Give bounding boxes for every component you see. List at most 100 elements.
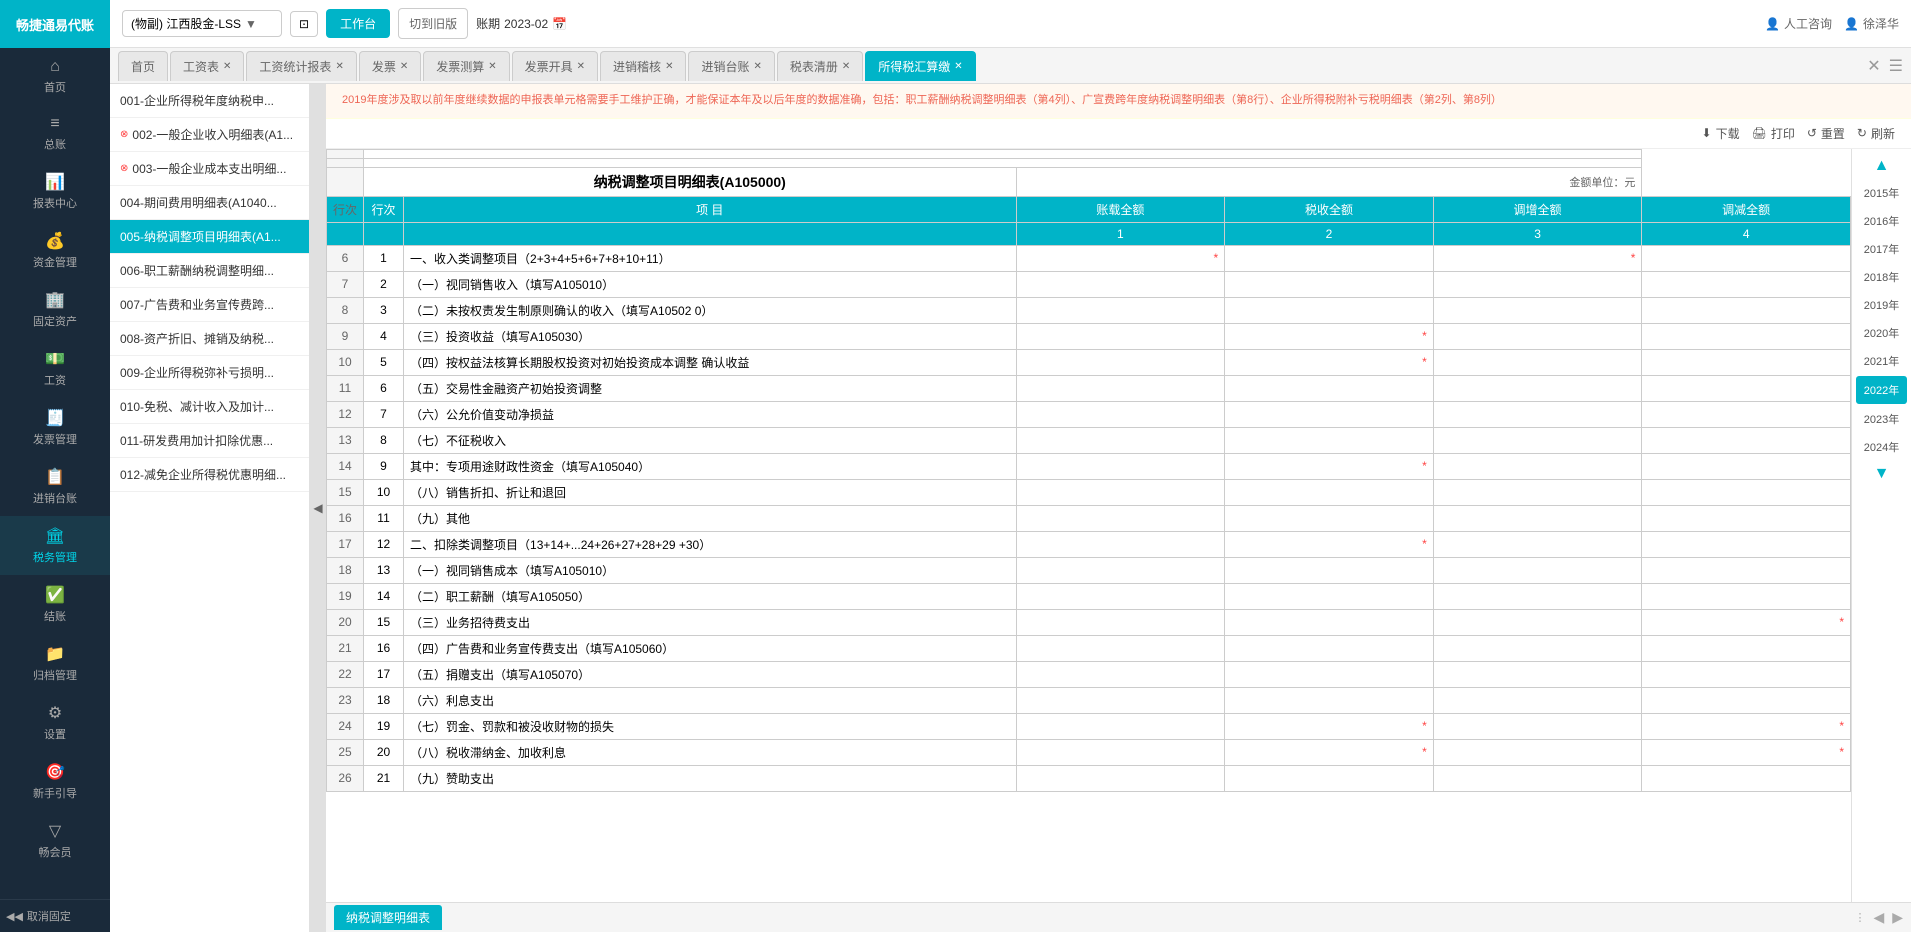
data-cell-c4[interactable] xyxy=(1642,375,1851,401)
tab-close-icon[interactable]: ✕ xyxy=(665,61,673,72)
table-row[interactable]: 15 10 （八）销售折扣、折让和退回 xyxy=(327,479,1851,505)
year-item-2016[interactable]: 2016年 xyxy=(1852,207,1911,235)
data-cell-c2[interactable] xyxy=(1225,583,1434,609)
sidebar-item-asset[interactable]: 🏢 固定资产 xyxy=(0,280,110,339)
table-row[interactable]: 8 3 （二）未按权责发生制原则确认的收入（填写A10502 0） xyxy=(327,297,1851,323)
data-cell-c1[interactable] xyxy=(1016,505,1225,531)
sidebar-item-fund[interactable]: 💰 资金管理 xyxy=(0,221,110,280)
data-cell-c2[interactable]: * xyxy=(1225,713,1434,739)
data-cell-c1[interactable] xyxy=(1016,479,1225,505)
data-cell-c2[interactable]: * xyxy=(1225,453,1434,479)
sidebar-item-close[interactable]: ✅ 结账 xyxy=(0,575,110,634)
data-cell-c3[interactable] xyxy=(1433,531,1642,557)
left-item-007[interactable]: 007-广告费和业务宣传费跨... xyxy=(110,288,309,322)
data-cell-c2[interactable] xyxy=(1225,375,1434,401)
tab-close-icon[interactable]: ✕ xyxy=(753,61,761,72)
data-cell-c4[interactable] xyxy=(1642,557,1851,583)
year-item-2020[interactable]: 2020年 xyxy=(1852,319,1911,347)
data-cell-c1[interactable] xyxy=(1016,609,1225,635)
data-cell-c3[interactable] xyxy=(1433,271,1642,297)
table-row[interactable]: 25 20 （八）税收滞纳金、加收利息 * * xyxy=(327,739,1851,765)
data-cell-c4[interactable] xyxy=(1642,323,1851,349)
data-cell-c3[interactable] xyxy=(1433,375,1642,401)
table-row[interactable]: 10 5 （四）按权益法核算长期股权投资对初始投资成本调整 确认收益 * xyxy=(327,349,1851,375)
sidebar-item-settings[interactable]: ⚙ 设置 xyxy=(0,693,110,752)
table-row[interactable]: 19 14 （二）职工薪酬（填写A105050） xyxy=(327,583,1851,609)
data-cell-c2[interactable] xyxy=(1225,245,1434,271)
data-cell-c4[interactable] xyxy=(1642,661,1851,687)
data-cell-c1[interactable] xyxy=(1016,739,1225,765)
data-cell-c2[interactable] xyxy=(1225,557,1434,583)
data-cell-c1[interactable] xyxy=(1016,713,1225,739)
data-cell-c2[interactable] xyxy=(1225,505,1434,531)
data-cell-c2[interactable] xyxy=(1225,687,1434,713)
download-button[interactable]: ⬇ 下载 xyxy=(1702,125,1740,142)
left-item-002[interactable]: ⊗ 002-一般企业收入明细表(A1... xyxy=(110,118,309,152)
table-row[interactable]: 22 17 （五）捐赠支出（填写A105070） xyxy=(327,661,1851,687)
data-cell-c3[interactable] xyxy=(1433,687,1642,713)
data-cell-c4[interactable] xyxy=(1642,427,1851,453)
table-row[interactable]: 24 19 （七）罚金、罚款和被没收财物的损失 * * xyxy=(327,713,1851,739)
data-cell-c2[interactable] xyxy=(1225,401,1434,427)
tab-salary-table[interactable]: 工资表 ✕ xyxy=(170,51,244,81)
data-cell-c3[interactable] xyxy=(1433,427,1642,453)
data-cell-c3[interactable] xyxy=(1433,453,1642,479)
data-cell-c4[interactable] xyxy=(1642,401,1851,427)
tab-salary-report[interactable]: 工资统计报表 ✕ xyxy=(246,51,356,81)
left-item-006[interactable]: 006-职工薪酬纳税调整明细... xyxy=(110,254,309,288)
data-cell-c4[interactable] xyxy=(1642,531,1851,557)
data-cell-c4[interactable] xyxy=(1642,765,1851,791)
data-cell-c3[interactable] xyxy=(1433,505,1642,531)
data-cell-c3[interactable] xyxy=(1433,713,1642,739)
user-service[interactable]: 👤 人工咨询 xyxy=(1765,15,1832,32)
data-cell-c1[interactable] xyxy=(1016,583,1225,609)
data-cell-c1[interactable]: * xyxy=(1016,245,1225,271)
sidebar-item-guide[interactable]: 🎯 新手引导 xyxy=(0,752,110,811)
switch-old-button[interactable]: 切到旧版 xyxy=(398,8,468,39)
sidebar-item-report[interactable]: 📊 报表中心 xyxy=(0,162,110,221)
copy-button[interactable]: ⊡ xyxy=(290,11,318,37)
sidebar-item-ledger[interactable]: ≡ 总账 xyxy=(0,105,110,162)
left-item-012[interactable]: 012-减免企业所得税优惠明细... xyxy=(110,458,309,492)
scroll-right-icon[interactable]: ▶ xyxy=(1892,909,1903,926)
table-row[interactable]: 20 15 （三）业务招待费支出 * xyxy=(327,609,1851,635)
data-cell-c3[interactable] xyxy=(1433,765,1642,791)
table-row[interactable]: 6 1 一、收入类调整项目（2+3+4+5+6+7+8+10+11） * * xyxy=(327,245,1851,271)
sidebar-item-home[interactable]: ⌂ 首页 xyxy=(0,48,110,105)
print-button[interactable]: 🖨 打印 xyxy=(1752,125,1795,142)
data-cell-c1[interactable] xyxy=(1016,557,1225,583)
sidebar-item-purchase-sale[interactable]: 📋 进销台账 xyxy=(0,457,110,516)
year-item-2023[interactable]: 2023年 xyxy=(1852,405,1911,433)
data-cell-c3[interactable] xyxy=(1433,661,1642,687)
table-row[interactable]: 9 4 （三）投资收益（填写A105030） * xyxy=(327,323,1851,349)
left-item-009[interactable]: 009-企业所得税弥补亏损明... xyxy=(110,356,309,390)
data-cell-c1[interactable] xyxy=(1016,531,1225,557)
table-wrapper[interactable]: 纳税调整项目明细表(A105000) 金额单位：元 行次 行次 项 目 账载全额… xyxy=(326,149,1851,902)
data-cell-c4[interactable] xyxy=(1642,687,1851,713)
data-cell-c2[interactable] xyxy=(1225,661,1434,687)
data-cell-c2[interactable] xyxy=(1225,765,1434,791)
table-row[interactable]: 23 18 （六）利息支出 xyxy=(327,687,1851,713)
tab-invoice[interactable]: 发票 ✕ xyxy=(359,51,421,81)
data-cell-c3[interactable] xyxy=(1433,557,1642,583)
tab-purchase-check[interactable]: 进销稽核 ✕ xyxy=(600,51,686,81)
tab-tax-form[interactable]: 税表清册 ✕ xyxy=(777,51,863,81)
table-row[interactable]: 17 12 二、扣除类调整项目（13+14+...24+26+27+28+29 … xyxy=(327,531,1851,557)
year-item-2018[interactable]: 2018年 xyxy=(1852,263,1911,291)
data-cell-c3[interactable] xyxy=(1433,609,1642,635)
data-cell-c4[interactable] xyxy=(1642,479,1851,505)
data-cell-c1[interactable] xyxy=(1016,453,1225,479)
data-cell-c3[interactable]: * xyxy=(1433,245,1642,271)
tab-invoice-calc[interactable]: 发票测算 ✕ xyxy=(423,51,509,81)
company-selector[interactable]: (物副) 江西股金-LSS ▼ xyxy=(122,10,282,37)
table-row[interactable]: 18 13 （一）视同销售成本（填写A105010） xyxy=(327,557,1851,583)
data-cell-c2[interactable] xyxy=(1225,297,1434,323)
table-row[interactable]: 7 2 （一）视同销售收入（填写A105010） xyxy=(327,271,1851,297)
data-cell-c2[interactable]: * xyxy=(1225,349,1434,375)
data-cell-c2[interactable] xyxy=(1225,635,1434,661)
left-item-001[interactable]: 001-企业所得税年度纳税申... xyxy=(110,84,309,118)
year-item-2015[interactable]: 2015年 xyxy=(1852,179,1911,207)
tab-close-icon[interactable]: ✕ xyxy=(335,61,343,72)
table-row[interactable]: 11 6 （五）交易性金融资产初始投资调整 xyxy=(327,375,1851,401)
tab-close-icon[interactable]: ✕ xyxy=(400,61,408,72)
